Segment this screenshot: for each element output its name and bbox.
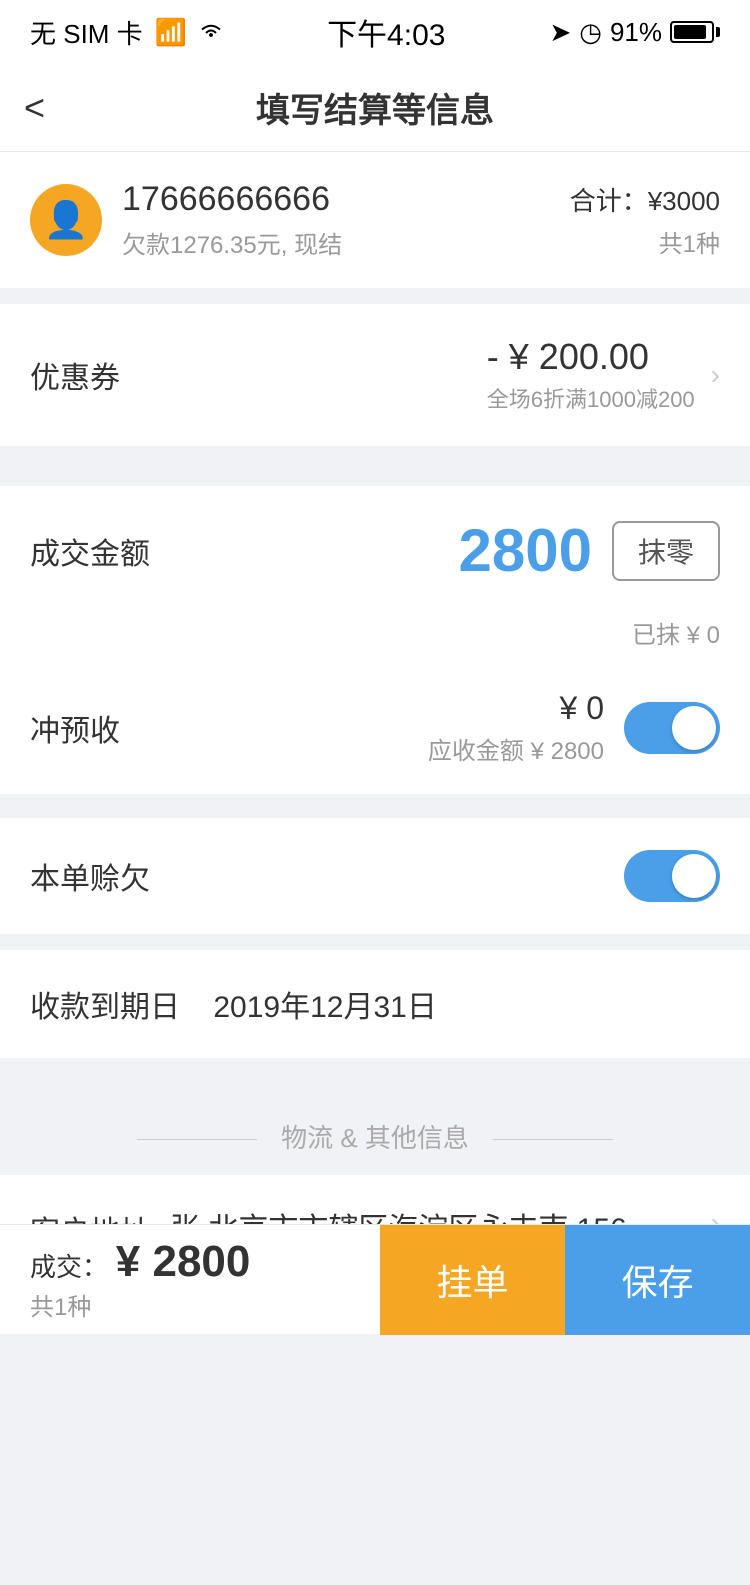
customer-phone: 17666666666 <box>122 180 342 219</box>
date-section: 收款到期日 2019年12月31日 <box>0 950 750 1058</box>
prepay-amount-block: ¥ 0 应收金额 ¥ 2800 <box>428 690 604 766</box>
bottom-deal-label: 成交： <box>30 1252 108 1282</box>
due-date-text: 收款到期日 2019年12月31日 <box>30 991 437 1024</box>
round-button[interactable]: 抹零 <box>612 521 720 581</box>
save-button[interactable]: 保存 <box>565 1225 750 1335</box>
prepay-label: 冲预收 <box>30 706 120 750</box>
status-left: 无 SIM 卡 ‪📶 <box>30 14 223 51</box>
chevron-right-icon: › <box>711 359 720 391</box>
debt-label: 本单赊欠 <box>30 854 150 898</box>
prepay-row: 冲预收 ¥ 0 应收金额 ¥ 2800 <box>0 666 750 794</box>
prepay-toggle[interactable] <box>624 702 720 754</box>
coupon-right: - ¥ 200.00 全场6折满1000减200 › <box>487 336 720 414</box>
total-count: 共1种 <box>570 224 720 259</box>
carrier-label: 无 SIM 卡 <box>30 14 143 51</box>
page-title: 填写结算等信息 <box>256 83 494 132</box>
status-right: ➤ ◷ 91% <box>549 17 720 48</box>
amount-value: 2800 <box>459 516 592 585</box>
status-bar: 无 SIM 卡 ‪📶 下午4:03 ➤ ◷ 91% <box>0 0 750 64</box>
main-content: 👤 17666666666 欠款1276.35元, 现结 合计：¥3000 共1… <box>0 152 750 1585</box>
bottom-count: 共1种 <box>30 1287 380 1322</box>
back-button[interactable]: < <box>24 87 45 129</box>
section-divider-3 <box>0 1074 750 1098</box>
due-date-value: 2019年12月31日 <box>213 991 436 1024</box>
total-label: 合计：¥3000 <box>570 181 720 218</box>
amount-sub: 已抹 ¥ 0 <box>0 615 750 666</box>
bottom-amount: ¥ 2800 <box>116 1237 251 1286</box>
coupon-section: 优惠券 - ¥ 200.00 全场6折满1000减200 › <box>0 304 750 446</box>
customer-left: 👤 17666666666 欠款1276.35元, 现结 <box>30 180 342 260</box>
pend-button[interactable]: 挂单 <box>380 1225 565 1335</box>
customer-total: 合计：¥3000 共1种 <box>570 181 720 259</box>
toggle-knob <box>672 706 716 750</box>
amount-right: 2800 抹零 <box>459 516 721 585</box>
customer-owe: 欠款1276.35元, 现结 <box>122 225 342 260</box>
prepay-sub: 应收金额 ¥ 2800 <box>428 731 604 766</box>
customer-info: 17666666666 欠款1276.35元, 现结 <box>122 180 342 260</box>
avatar: 👤 <box>30 184 102 256</box>
location-icon: ➤ <box>549 17 571 48</box>
logistics-divider: 物流 & 其他信息 <box>0 1098 750 1175</box>
wifi-icon: ‪📶 <box>155 17 187 48</box>
debt-toggle[interactable] <box>624 850 720 902</box>
debt-toggle-knob <box>672 854 716 898</box>
wifi-icon2 <box>199 17 223 48</box>
coupon-desc: 全场6折满1000减200 <box>487 382 695 414</box>
bottom-bar: 成交： ¥ 2800 共1种 挂单 保存 <box>0 1224 750 1334</box>
amount-label: 成交金额 <box>30 529 150 573</box>
prepay-right: ¥ 0 应收金额 ¥ 2800 <box>428 690 720 766</box>
coupon-label: 优惠券 <box>30 353 120 397</box>
amount-section: 成交金额 2800 抹零 已抹 ¥ 0 冲预收 ¥ 0 应收金额 ¥ 2800 <box>0 486 750 794</box>
customer-card: 👤 17666666666 欠款1276.35元, 现结 合计：¥3000 共1… <box>0 152 750 288</box>
bottom-deal-row: 成交： ¥ 2800 <box>30 1237 380 1287</box>
bottom-left: 成交： ¥ 2800 共1种 <box>0 1237 380 1322</box>
battery-icon <box>670 21 720 43</box>
due-date-label: 收款到期日 <box>30 991 180 1024</box>
alarm-icon: ◷ <box>579 17 602 48</box>
nav-bar: < 填写结算等信息 <box>0 64 750 152</box>
amount-row: 成交金额 2800 抹零 <box>0 486 750 615</box>
coupon-value: - ¥ 200.00 <box>487 336 695 378</box>
logistics-label: 物流 & 其他信息 <box>281 1123 469 1153</box>
debt-section: 本单赊欠 <box>0 818 750 934</box>
status-time: 下午4:03 <box>327 10 445 54</box>
coupon-row[interactable]: 优惠券 - ¥ 200.00 全场6折满1000减200 › <box>0 304 750 446</box>
prepay-amount: ¥ 0 <box>428 690 604 727</box>
section-divider-2 <box>0 794 750 818</box>
battery-percent: 91% <box>610 17 662 48</box>
empty-space <box>0 1345 750 1465</box>
section-divider-1 <box>0 462 750 486</box>
